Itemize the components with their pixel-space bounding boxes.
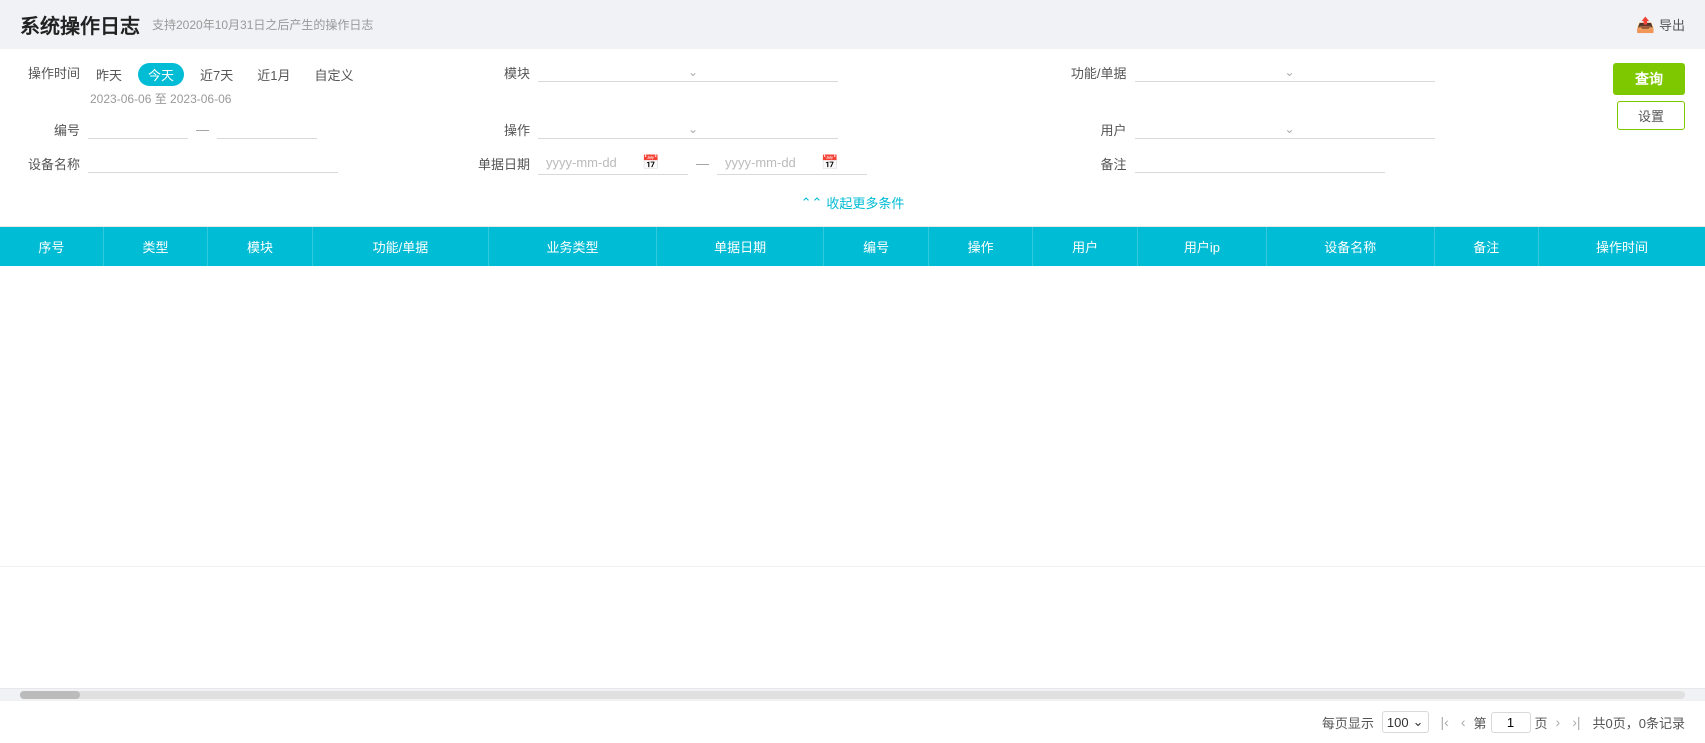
export-label: 导出 — [1659, 15, 1685, 34]
date-start-input[interactable] — [542, 153, 642, 172]
time-label: 操作时间 — [20, 63, 80, 82]
table-header-cell: 操作 — [928, 227, 1032, 266]
filter-area: 操作时间 昨天 今天 近7天 近1月 自定义 2023-06-06 至 2023… — [0, 49, 1705, 227]
time-range-text: 2023-06-06 至 2023-06-06 — [90, 90, 362, 107]
prev-page-button[interactable]: ‹ — [1457, 712, 1470, 732]
table-header-cell: 操作时间 — [1539, 227, 1705, 266]
table-header-row: 序号类型模块功能/单据业务类型单据日期编号操作用户用户ip设备名称备注操作时间 — [0, 227, 1705, 266]
time-btn-custom[interactable]: 自定义 — [307, 63, 362, 86]
page-title: 系统操作日志 — [20, 10, 140, 39]
table-header-cell: 类型 — [103, 227, 207, 266]
table-header-cell: 单据日期 — [656, 227, 824, 266]
last-page-button[interactable]: ›| — [1568, 712, 1584, 732]
date-label: 单据日期 — [460, 154, 530, 173]
func-select[interactable]: ⌄ — [1135, 63, 1435, 82]
remark-label: 备注 — [1057, 154, 1127, 173]
table-header-cell: 备注 — [1434, 227, 1538, 266]
operation-label: 操作 — [460, 120, 530, 139]
data-table: 序号类型模块功能/单据业务类型单据日期编号操作用户用户ip设备名称备注操作时间 — [0, 227, 1705, 567]
next-page-button[interactable]: › — [1552, 712, 1565, 732]
scrollbar-thumb — [20, 691, 80, 699]
filter-actions: 查询 设置 — [1613, 63, 1685, 130]
page-prefix-label: 第 — [1474, 713, 1487, 732]
number-input-start[interactable] — [88, 119, 188, 139]
time-btn-7days[interactable]: 近7天 — [192, 63, 241, 86]
device-input[interactable] — [88, 153, 338, 173]
date-start-wrap: 📅 — [538, 151, 688, 175]
func-chevron-icon: ⌄ — [1285, 65, 1431, 79]
content-area: 序号类型模块功能/单据业务类型单据日期编号操作用户用户ip设备名称备注操作时间 — [0, 227, 1705, 688]
remark-input[interactable] — [1135, 153, 1385, 173]
table-header-cell: 序号 — [0, 227, 103, 266]
calendar-end-icon[interactable]: 📅 — [821, 154, 838, 171]
number-separator: — — [196, 122, 209, 137]
module-chevron-icon: ⌄ — [688, 65, 834, 79]
table-header-cell: 编号 — [824, 227, 928, 266]
operation-select[interactable]: ⌄ — [538, 120, 838, 139]
calendar-start-icon[interactable]: 📅 — [642, 154, 659, 171]
number-input-end[interactable] — [217, 119, 317, 139]
time-btn-1month[interactable]: 近1月 — [249, 63, 298, 86]
module-label: 模块 — [460, 63, 530, 82]
operation-chevron-icon: ⌄ — [688, 122, 834, 136]
pagination-bar: 每页显示 100 ⌄ |‹ ‹ 第 1 页 › ›| 共0页，0条记录 — [0, 700, 1705, 743]
export-button[interactable]: 📤 导出 — [1636, 15, 1685, 34]
date-end-wrap: 📅 — [717, 151, 867, 175]
page-size-chevron-icon: ⌄ — [1413, 714, 1424, 730]
user-select[interactable]: ⌄ — [1135, 120, 1435, 139]
time-btn-yesterday[interactable]: 昨天 — [88, 63, 130, 86]
query-button[interactable]: 查询 — [1613, 63, 1685, 95]
date-separator: — — [696, 156, 709, 171]
table-header-cell: 业务类型 — [489, 227, 657, 266]
collapse-button[interactable]: ⌃⌃ 收起更多条件 — [801, 193, 905, 212]
number-label: 编号 — [20, 120, 80, 139]
page-size-label: 每页显示 — [1322, 713, 1374, 732]
page-number-input[interactable]: 1 — [1491, 712, 1531, 733]
horizontal-scrollbar[interactable] — [0, 688, 1705, 700]
time-btn-today[interactable]: 今天 — [138, 63, 184, 86]
table-header-cell: 用户 — [1033, 227, 1137, 266]
scrollbar-track — [20, 691, 1685, 699]
module-select[interactable]: ⌄ — [538, 63, 838, 82]
table-header-cell: 设备名称 — [1266, 227, 1434, 266]
user-label: 用户 — [1057, 120, 1127, 139]
table-body — [0, 266, 1705, 566]
pagination-nav: |‹ ‹ 第 1 页 › ›| — [1437, 712, 1585, 733]
page-subtitle: 支持2020年10月31日之后产生的操作日志 — [152, 16, 373, 33]
settings-button[interactable]: 设置 — [1617, 101, 1685, 130]
page-size-value: 100 — [1387, 715, 1409, 730]
user-chevron-icon: ⌄ — [1285, 122, 1431, 136]
table-header-cell: 模块 — [208, 227, 312, 266]
export-icon: 📤 — [1636, 16, 1655, 34]
table-header-cell: 功能/单据 — [312, 227, 488, 266]
page-suffix-label: 页 — [1535, 713, 1548, 732]
device-label: 设备名称 — [20, 154, 80, 173]
page-size-select[interactable]: 100 ⌄ — [1382, 711, 1429, 733]
date-end-input[interactable] — [721, 153, 821, 172]
first-page-button[interactable]: |‹ — [1437, 712, 1453, 732]
collapse-icon: ⌃⌃ — [801, 195, 823, 211]
total-records-text: 共0页，0条记录 — [1593, 713, 1685, 732]
empty-state — [0, 266, 1705, 566]
table-header-cell: 用户ip — [1137, 227, 1266, 266]
func-label: 功能/单据 — [1057, 63, 1127, 82]
collapse-label: 收起更多条件 — [826, 193, 904, 212]
